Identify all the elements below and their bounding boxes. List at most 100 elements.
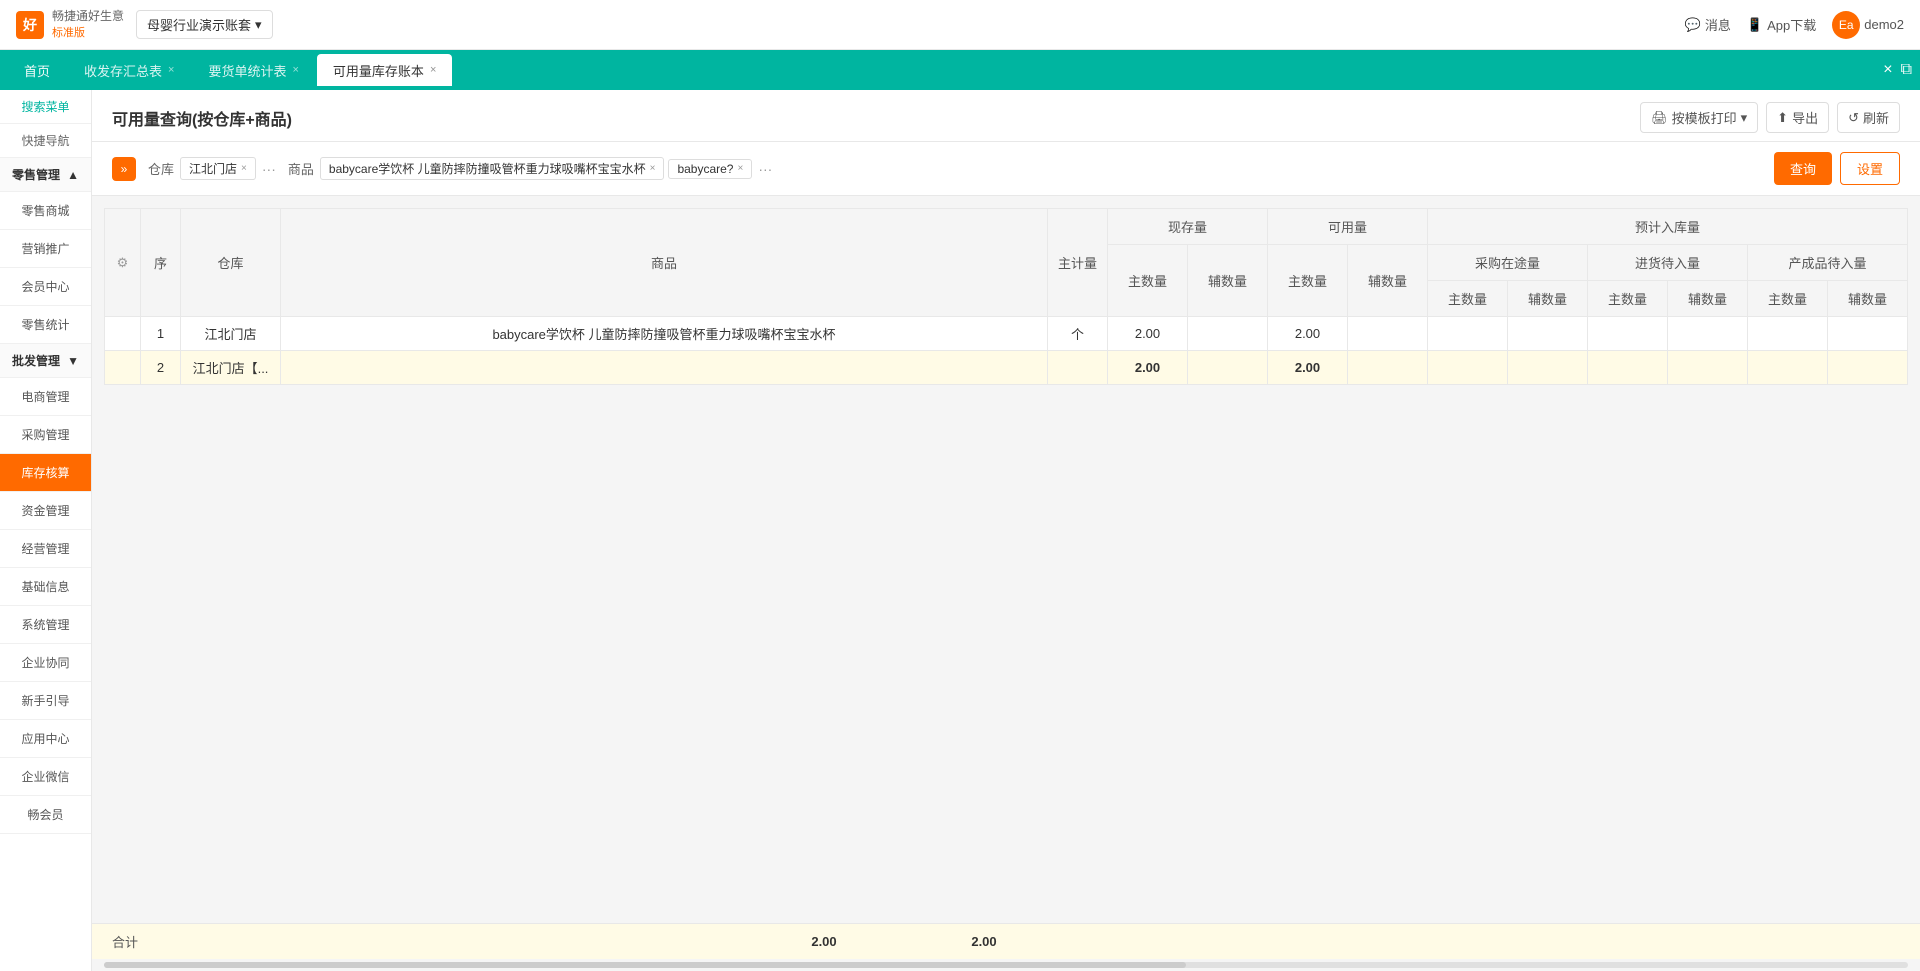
setting-btn[interactable]: 设置 — [1840, 152, 1900, 185]
company-selector[interactable]: 母婴行业演示账套 ▾ — [136, 10, 273, 39]
window-close-icon[interactable]: × — [1883, 61, 1892, 79]
th-import-aux: 辅数量 — [1668, 281, 1748, 317]
td-purchase-aux — [1508, 317, 1588, 351]
chevron-icon: ▼ — [67, 354, 79, 368]
td-import-aux — [1668, 351, 1748, 385]
export-label: 导出 — [1792, 108, 1818, 127]
sidebar-item-inventory[interactable]: 库存核算 — [0, 454, 91, 492]
warehouse-filter-tags: 江北门店 × — [180, 157, 256, 180]
sidebar-item-label: 基础信息 — [21, 578, 69, 595]
warehouse-filter-group: 仓库 江北门店 × ··· — [148, 157, 276, 180]
query-btn[interactable]: 查询 — [1774, 152, 1832, 185]
company-name: 母婴行业演示账套 — [147, 15, 251, 34]
warehouse-tag-text: 江北门店 — [189, 160, 237, 177]
user-label: demo2 — [1864, 17, 1904, 32]
sidebar-item-label: 营销推广 — [21, 240, 69, 257]
td-product-aux — [1828, 317, 1908, 351]
sidebar-item-enterprise-wechat[interactable]: 企业微信 — [0, 758, 91, 796]
th-purchase-main: 主数量 — [1428, 281, 1508, 317]
sidebar-item-finance[interactable]: 资金管理 — [0, 492, 91, 530]
sidebar-search[interactable]: 搜索菜单 — [0, 90, 91, 124]
refresh-btn[interactable]: ↺ 刷新 — [1837, 102, 1900, 133]
sidebar-item-purchase[interactable]: 采购管理 — [0, 416, 91, 454]
data-table: ⚙ 序 仓库 商品 主计量 现存量 可用量 预计入库量 主数量 辅数量 主数量 — [104, 208, 1908, 385]
sidebar-item-newbie[interactable]: 新手引导 — [0, 682, 91, 720]
logo-text-block: 畅捷通好生意 标准版 — [52, 9, 124, 41]
logo-sub: 标准版 — [52, 24, 124, 40]
tab-available-label: 可用量库存账本 — [333, 61, 424, 80]
product-more-icon[interactable]: ··· — [758, 161, 772, 177]
sidebar-item-retail-mall[interactable]: 零售商城 — [0, 192, 91, 230]
sidebar-item-label: 电商管理 — [21, 388, 69, 405]
sidebar-item-marketing[interactable]: 营销推广 — [0, 230, 91, 268]
summary-bar: 合计 2.00 2.00 — [92, 923, 1920, 959]
tab-receive-close-icon[interactable]: × — [168, 64, 174, 76]
warehouse-tag-jiangbei: 江北门店 × — [180, 157, 256, 180]
sidebar-item-ecommerce[interactable]: 电商管理 — [0, 378, 91, 416]
window-restore-icon[interactable]: ⧉ — [1901, 61, 1912, 79]
td-product-aux — [1828, 351, 1908, 385]
table-row: 2 江北门店【... 2.00 2.00 — [105, 351, 1908, 385]
tab-available-inventory[interactable]: 可用量库存账本 × — [317, 54, 452, 86]
app-download-btn[interactable]: 📱 App下载 — [1747, 15, 1816, 34]
scroll-bar-thumb[interactable] — [104, 962, 1186, 968]
content-area: 可用量查询(按仓库+商品) 🖨 按模板打印 ▾ ⬆ 导出 ↺ 刷新 — [92, 90, 1920, 971]
sidebar-item-label: 库存核算 — [21, 464, 69, 481]
sidebar-item-retail-management[interactable]: 零售管理 ▲ — [0, 158, 91, 192]
product-filter-group: 商品 babycare学饮杯 儿童防摔防撞吸管杯重力球吸嘴杯宝宝水杯 × bab… — [288, 157, 772, 180]
th-purchase-transit: 采购在途量 — [1428, 245, 1588, 281]
message-btn[interactable]: 💬 消息 — [1685, 15, 1731, 34]
template-print-btn[interactable]: 🖨 按模板打印 ▾ — [1640, 102, 1758, 133]
message-label: 消息 — [1705, 15, 1731, 34]
tab-available-close-icon[interactable]: × — [430, 64, 436, 76]
th-stock-main: 主数量 — [1108, 245, 1188, 317]
td-num: 2 — [141, 351, 181, 385]
refresh-icon: ↺ — [1848, 110, 1859, 126]
tab-home[interactable]: 首页 — [8, 54, 66, 86]
td-stock-aux — [1188, 317, 1268, 351]
product-tag2-close-icon[interactable]: × — [737, 163, 743, 174]
td-avail-main: 2.00 — [1268, 317, 1348, 351]
warehouse-more-icon[interactable]: ··· — [262, 161, 276, 177]
sidebar-item-basic-info[interactable]: 基础信息 — [0, 568, 91, 606]
product-tag-text2: babycare? — [677, 162, 733, 176]
sidebar-item-label: 零售商城 — [21, 202, 69, 219]
th-planned-inbound: 预计入库量 — [1428, 209, 1908, 245]
tab-order-close-icon[interactable]: × — [292, 64, 298, 76]
tab-receive-summary[interactable]: 收发存汇总表 × — [68, 54, 190, 86]
sidebar-item-label: 零售管理 — [12, 166, 60, 183]
sidebar-item-label: 批发管理 — [12, 352, 60, 369]
warehouse-tag-close-icon[interactable]: × — [241, 163, 247, 174]
export-btn[interactable]: ⬆ 导出 — [1766, 102, 1829, 133]
user-area[interactable]: Ea demo2 — [1832, 11, 1904, 39]
th-num: 序 — [141, 209, 181, 317]
tab-order-label: 要货单统计表 — [208, 61, 286, 80]
sidebar-item-retail-stats[interactable]: 零售统计 — [0, 306, 91, 344]
sidebar-item-system[interactable]: 系统管理 — [0, 606, 91, 644]
th-purchase-aux: 辅数量 — [1508, 281, 1588, 317]
search-label: 搜索菜单 — [21, 100, 69, 114]
product-tag-close-icon[interactable]: × — [650, 163, 656, 174]
page-actions: 🖨 按模板打印 ▾ ⬆ 导出 ↺ 刷新 — [1640, 102, 1900, 133]
sidebar-item-app-center[interactable]: 应用中心 — [0, 720, 91, 758]
td-num: 1 — [141, 317, 181, 351]
chevron-down-icon: ▾ — [1741, 110, 1748, 126]
scroll-bar-track[interactable] — [104, 962, 1908, 968]
sidebar-item-member[interactable]: 畅会员 — [0, 796, 91, 834]
sidebar-item-operations[interactable]: 经营管理 — [0, 530, 91, 568]
sidebar-item-member-center[interactable]: 会员中心 — [0, 268, 91, 306]
th-settings[interactable]: ⚙ — [105, 209, 141, 317]
td-import-main — [1588, 317, 1668, 351]
tab-order-stats[interactable]: 要货单统计表 × — [192, 54, 314, 86]
sidebar-item-label: 经营管理 — [21, 540, 69, 557]
sidebar-item-wholesale[interactable]: 批发管理 ▼ — [0, 344, 91, 378]
sidebar-item-enterprise[interactable]: 企业协同 — [0, 644, 91, 682]
td-unit — [1047, 351, 1107, 385]
logo-area: 好 畅捷通好生意 标准版 — [16, 9, 124, 41]
sidebar-quick-nav[interactable]: 快捷导航 — [0, 124, 91, 158]
scroll-bar-container — [92, 959, 1920, 971]
td-warehouse: 江北门店【... — [181, 351, 281, 385]
logo-icon: 好 — [16, 11, 44, 39]
avatar: Ea — [1832, 11, 1860, 39]
filter-expand-btn[interactable]: » — [112, 157, 136, 181]
